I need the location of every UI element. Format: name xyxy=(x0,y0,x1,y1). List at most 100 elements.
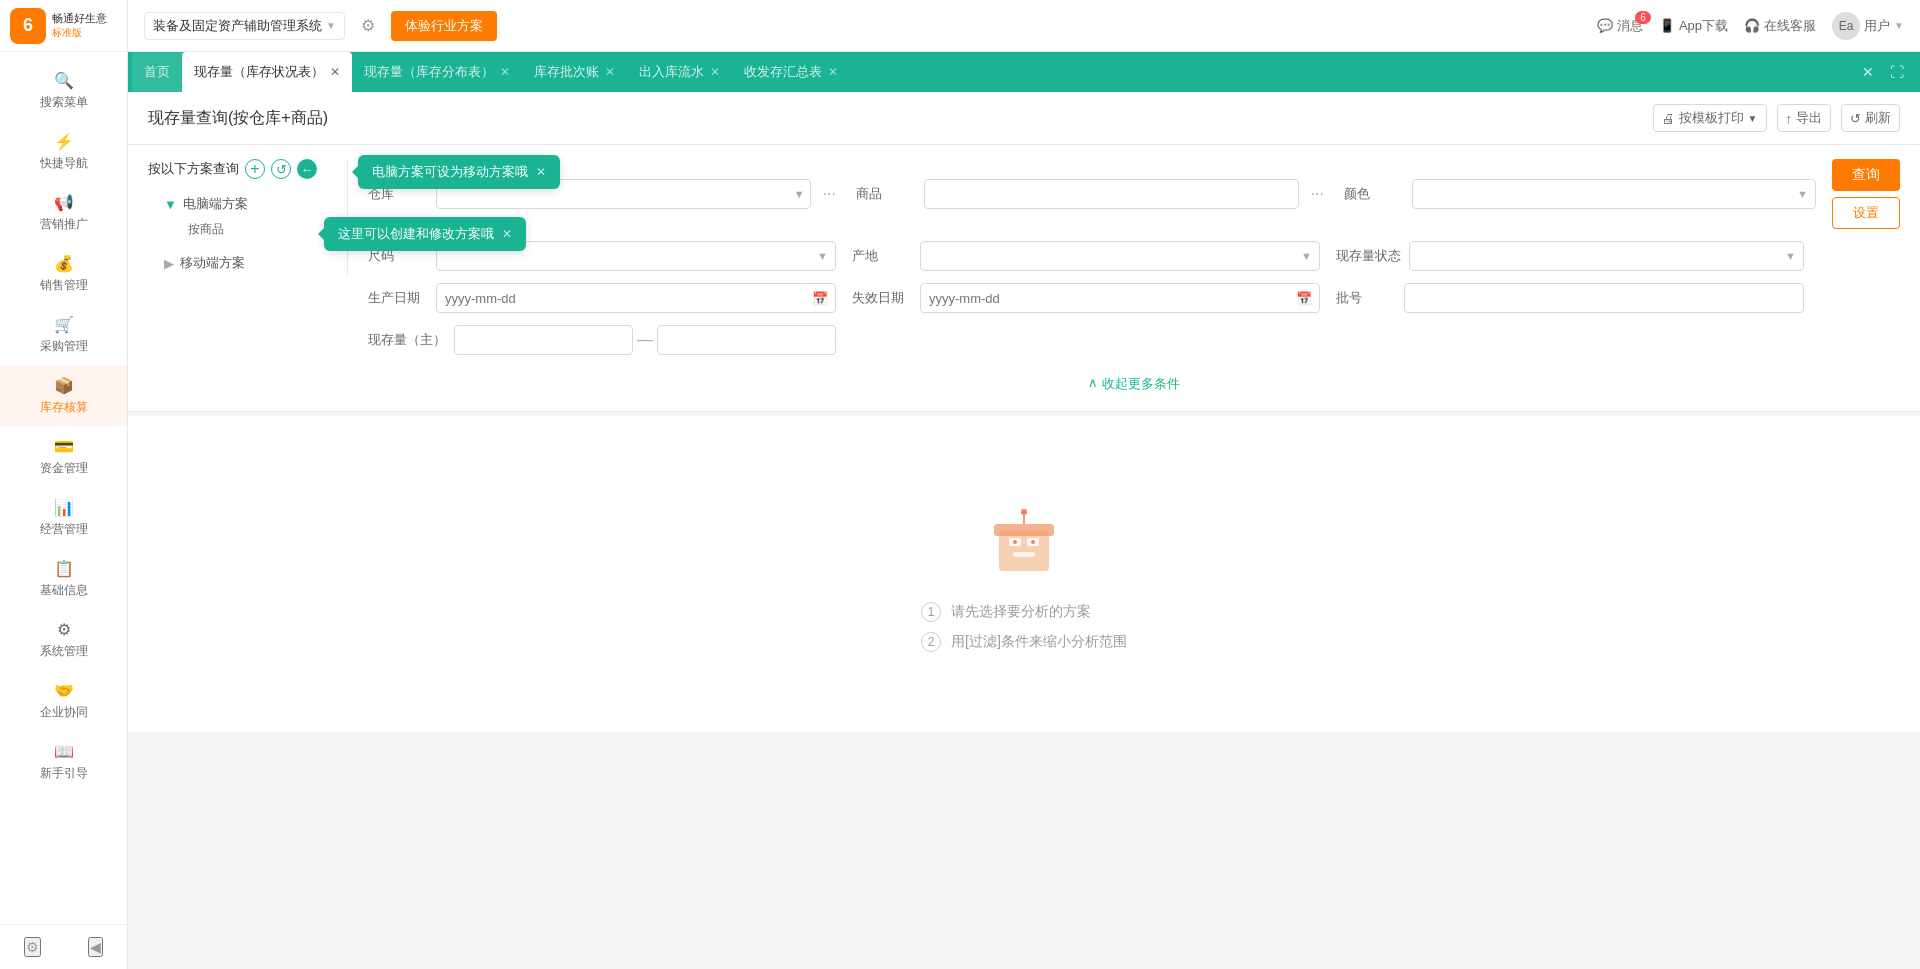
industry-btn[interactable]: 体验行业方案 xyxy=(391,11,497,41)
stock-qty-max-input[interactable] xyxy=(657,325,836,355)
export-btn[interactable]: ↑ 导出 xyxy=(1777,104,1832,132)
empty-step-2: 2 用[过滤]条件来缩小分析范围 xyxy=(921,632,1127,652)
stock-qty-field: 现存量（主） — xyxy=(368,325,836,355)
reset-btn[interactable]: 设置 xyxy=(1832,197,1900,229)
system-selector[interactable]: 装备及固定资产辅助管理系统 ▼ xyxy=(144,12,345,40)
tab-home[interactable]: 首页 xyxy=(132,52,182,92)
scheme-list: ▼ 电脑端方案 按商品 这里可以创建和修改方案哦 ✕ xyxy=(148,191,331,276)
basic-info-icon: 📋 xyxy=(54,558,74,578)
tooltip1-close-btn[interactable]: ✕ xyxy=(536,165,546,179)
tab-inout-flow[interactable]: 出入库流水 ✕ xyxy=(627,52,732,92)
sidebar-bottom: ⚙ ◀ xyxy=(0,924,127,969)
sidebar-item-basic-info[interactable]: 📋 基础信息 xyxy=(0,548,127,609)
sidebar-item-guide[interactable]: 📖 新手引导 xyxy=(0,731,127,792)
tab-close-1[interactable]: ✕ xyxy=(500,65,510,79)
app-download-btn[interactable]: 📱 App下载 xyxy=(1659,17,1728,35)
user-area[interactable]: Ea 用户 ▼ xyxy=(1832,12,1904,40)
tab-close-4[interactable]: ✕ xyxy=(828,65,838,79)
stock-status-select[interactable] xyxy=(1409,241,1804,271)
query-btn[interactable]: 查询 xyxy=(1832,159,1900,191)
tooltip2-close-btn[interactable]: ✕ xyxy=(502,227,512,241)
logo-text: 畅通好生意 标准版 xyxy=(52,11,107,40)
chevron-down-icon: ▼ xyxy=(326,20,336,31)
fullscreen-btn[interactable]: ⛶ xyxy=(1886,62,1908,82)
scheme-item-mobile[interactable]: ▶ 移动端方案 xyxy=(164,250,331,276)
tabs-bar: 首页 现存量（库存状况表） ✕ 现存量（库存分布表） ✕ 库存批次账 ✕ 出入库… xyxy=(128,52,1920,92)
expiry-date-input[interactable] xyxy=(920,283,1320,313)
online-service-btn[interactable]: 🎧 在线客服 xyxy=(1744,17,1816,35)
sidebar-item-sales[interactable]: 💰 销售管理 xyxy=(0,243,127,304)
filter-section: 按以下方案查询 + ↺ ← 电脑方案可设为移动方案哦 ✕ ▼ xyxy=(128,145,1920,412)
refresh-btn[interactable]: ↺ 刷新 xyxy=(1841,104,1900,132)
add-scheme-btn[interactable]: + xyxy=(245,159,265,179)
color-field: 颜色 ▼ xyxy=(1344,179,1816,209)
message-icon: 💬 xyxy=(1597,18,1613,33)
page-actions: 🖨 按模板打印 ▼ ↑ 导出 ↺ 刷新 xyxy=(1653,104,1900,132)
print-btn[interactable]: 🖨 按模板打印 ▼ xyxy=(1653,104,1767,132)
header-right: 💬 消息 6 📱 App下载 🎧 在线客服 Ea 用户 ▼ xyxy=(1597,12,1904,40)
svg-point-6 xyxy=(1031,540,1035,544)
tab-inventory-status[interactable]: 现存量（库存状况表） ✕ xyxy=(182,52,352,92)
tab-receipt-summary[interactable]: 收发存汇总表 ✕ xyxy=(732,52,850,92)
arrow-scheme-btn[interactable]: ← xyxy=(297,159,317,179)
refresh-icon: ↺ xyxy=(1850,111,1861,126)
tab-close-2[interactable]: ✕ xyxy=(605,65,615,79)
filter-label-row: 按以下方案查询 + ↺ ← 电脑方案可设为移动方案哦 ✕ xyxy=(148,159,331,179)
color-label: 颜色 xyxy=(1344,185,1404,203)
production-date-input[interactable] xyxy=(436,283,836,313)
svg-rect-0 xyxy=(999,531,1049,571)
marketing-icon: 📢 xyxy=(54,192,74,212)
filter-row-4: 现存量（主） — xyxy=(368,325,1900,355)
chevron-down-icon-print: ▼ xyxy=(1748,113,1758,124)
stock-qty-min-input[interactable] xyxy=(454,325,633,355)
sidebar-item-search[interactable]: 🔍 搜索菜单 xyxy=(0,60,127,121)
scheme-item-by-goods[interactable]: 按商品 xyxy=(180,217,331,242)
settings-button[interactable]: ⚙ xyxy=(24,937,41,957)
collapse-button[interactable]: ◀ xyxy=(88,937,103,957)
origin-select[interactable] xyxy=(920,241,1320,271)
sidebar-item-inventory[interactable]: 📦 库存核算 xyxy=(0,365,127,426)
scheme-panel: 按以下方案查询 + ↺ ← 电脑方案可设为移动方案哦 ✕ ▼ xyxy=(148,159,348,276)
top-header: 装备及固定资产辅助管理系统 ▼ ⚙ 体验行业方案 💬 消息 6 📱 App下载 … xyxy=(128,0,1920,52)
sidebar-item-quick-nav[interactable]: ⚡ 快捷导航 xyxy=(0,121,127,182)
scheme-item-desktop[interactable]: ▼ 电脑端方案 xyxy=(164,191,331,217)
sidebar-item-purchase[interactable]: 🛒 采购管理 xyxy=(0,304,127,365)
operations-icon: 📊 xyxy=(54,497,74,517)
tab-close-3[interactable]: ✕ xyxy=(710,65,720,79)
sidebar-item-marketing[interactable]: 📢 营销推广 xyxy=(0,182,127,243)
tab-inventory-dist[interactable]: 现存量（库存分布表） ✕ xyxy=(352,52,522,92)
gear-button[interactable]: ⚙ xyxy=(357,12,379,39)
step-num-1: 1 xyxy=(921,602,941,622)
close-all-tabs-btn[interactable]: ✕ xyxy=(1858,62,1878,82)
svg-rect-1 xyxy=(994,524,1054,536)
tab-close-0[interactable]: ✕ xyxy=(330,65,340,79)
step-num-2: 2 xyxy=(921,632,941,652)
goods-dots-btn[interactable]: ··· xyxy=(1307,185,1328,203)
tab-batch-account[interactable]: 库存批次账 ✕ xyxy=(522,52,627,92)
tabs-right-actions: ✕ ⛶ xyxy=(1858,62,1916,82)
main-content: 现存量查询(按仓库+商品) 🖨 按模板打印 ▼ ↑ 导出 ↺ 刷新 xyxy=(128,92,1920,969)
sidebar-item-operations[interactable]: 📊 经营管理 xyxy=(0,487,127,548)
refresh-scheme-btn[interactable]: ↺ xyxy=(271,159,291,179)
goods-field: 商品 ··· xyxy=(856,179,1328,209)
sidebar-item-enterprise[interactable]: 🤝 企业协同 xyxy=(0,670,127,731)
sidebar-item-system[interactable]: ⚙ 系统管理 xyxy=(0,609,127,670)
expiry-date-field: 失效日期 📅 xyxy=(852,283,1320,313)
page-header: 现存量查询(按仓库+商品) 🖨 按模板打印 ▼ ↑ 导出 ↺ 刷新 xyxy=(128,92,1920,145)
more-conditions-btn[interactable]: ∧ 收起更多条件 xyxy=(368,367,1900,397)
sidebar-item-finance[interactable]: 💳 资金管理 xyxy=(0,426,127,487)
goods-input[interactable] xyxy=(924,179,1299,209)
origin-label: 产地 xyxy=(852,247,912,265)
filter-row-2: 尺码 ▼ 产地 ▼ xyxy=(368,241,1900,271)
search-icon: 🔍 xyxy=(54,70,74,90)
sidebar: 6 畅通好生意 标准版 🔍 搜索菜单 ⚡ 快捷导航 📢 营销推广 💰 销售管理 … xyxy=(0,0,128,969)
inventory-icon: 📦 xyxy=(54,375,74,395)
color-select[interactable] xyxy=(1412,179,1816,209)
mobile-icon: 📱 xyxy=(1659,18,1675,33)
batch-input[interactable] xyxy=(1404,283,1804,313)
results-area: 1 请先选择要分析的方案 2 用[过滤]条件来缩小分析范围 xyxy=(128,416,1920,732)
system-icon: ⚙ xyxy=(54,619,74,639)
goods-label: 商品 xyxy=(856,185,916,203)
message-btn[interactable]: 💬 消息 6 xyxy=(1597,17,1643,35)
warehouse-dots-btn[interactable]: ··· xyxy=(819,185,840,203)
